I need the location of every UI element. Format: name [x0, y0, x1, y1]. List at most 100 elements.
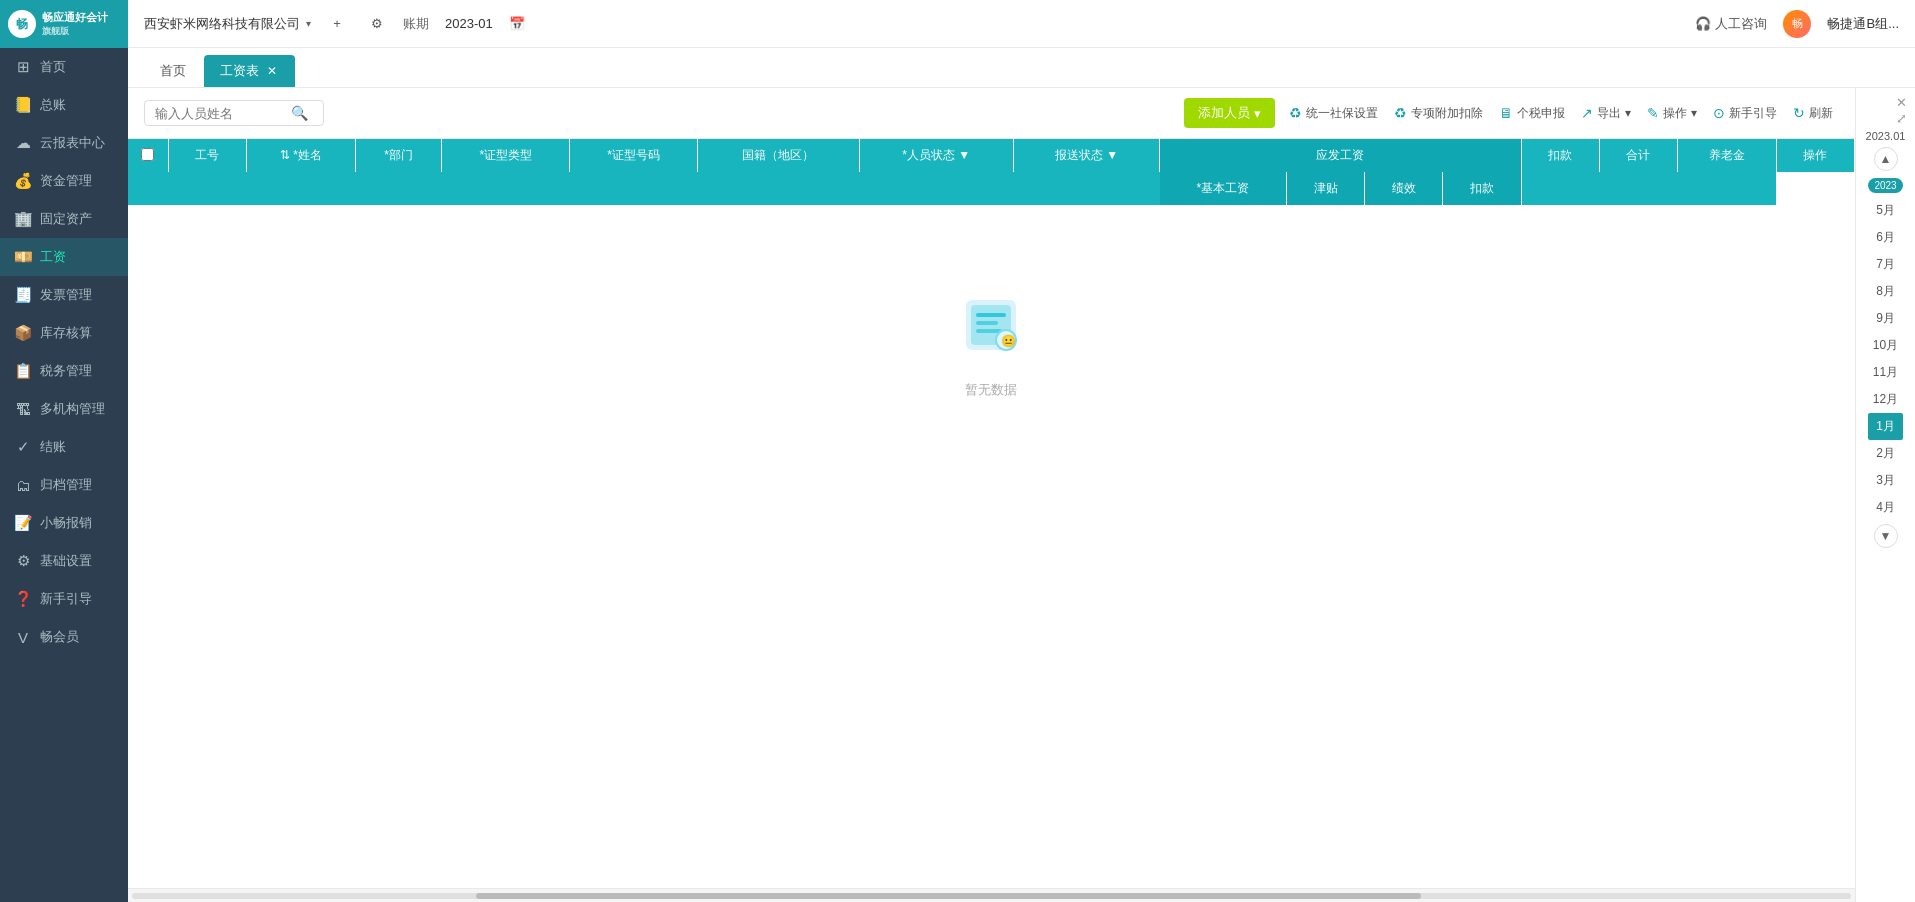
report-filter-icon[interactable]: ▼: [1106, 148, 1118, 162]
action-special-deduct[interactable]: ♻ 专项附加扣除: [1388, 101, 1489, 126]
sidebar-item-closing[interactable]: ✓ 结账: [0, 428, 128, 466]
action-refresh[interactable]: ↻ 刷新: [1787, 101, 1839, 126]
tab-salary-tab[interactable]: 工资表✕: [204, 55, 295, 87]
company-name: 西安虾米网络科技有限公司: [144, 15, 300, 33]
sidebar-item-archive[interactable]: 🗂 归档管理: [0, 466, 128, 504]
sidebar-item-fund[interactable]: 💰 资金管理: [0, 162, 128, 200]
sidebar-item-fixed-assets[interactable]: 🏢 固定资产: [0, 200, 128, 238]
month-item-11月[interactable]: 11月: [1868, 359, 1902, 386]
tab-close-icon[interactable]: ✕: [265, 64, 279, 78]
table-body: 😐 暂无数据: [128, 205, 1855, 479]
month-item-8月[interactable]: 8月: [1868, 278, 1902, 305]
guide-icon: ❓: [14, 590, 32, 608]
empty-state-icon: 😐: [951, 285, 1031, 365]
top-bar-right: 🎧 人工咨询 畅 畅捷通B组...: [1695, 10, 1899, 38]
month-item-10月[interactable]: 10月: [1868, 332, 1902, 359]
sidebar-item-multi-org[interactable]: 🏗 多机构管理: [0, 390, 128, 428]
action-social-settings[interactable]: ♻ 统一社保设置: [1283, 101, 1384, 126]
sidebar-item-label: 总账: [40, 96, 66, 114]
fund-icon: 💰: [14, 172, 32, 190]
panel-next-arrow[interactable]: ▼: [1874, 524, 1898, 548]
tab-home-tab[interactable]: 首页: [144, 55, 202, 87]
sidebar-item-guide[interactable]: ❓ 新手引导: [0, 580, 128, 618]
month-item-1月[interactable]: 1月: [1868, 413, 1902, 440]
month-item-5月[interactable]: 5月: [1868, 197, 1902, 224]
action-label: 操作: [1663, 105, 1687, 122]
sidebar-item-label: 首页: [40, 58, 66, 76]
horizontal-scrollbar[interactable]: [128, 888, 1855, 902]
headset-icon: 🎧: [1695, 16, 1711, 31]
empty-state: 😐 暂无数据: [128, 205, 1855, 479]
th-base-salary: *基本工资: [1160, 172, 1287, 205]
cloud-report-icon: ☁: [14, 134, 32, 152]
panel-period-display: 2023.01: [1866, 130, 1906, 142]
month-item-9月[interactable]: 9月: [1868, 305, 1902, 332]
company-selector[interactable]: 西安虾米网络科技有限公司 ▾: [144, 15, 311, 33]
action-label: 专项附加扣除: [1411, 105, 1483, 122]
month-item-4月[interactable]: 4月: [1868, 494, 1902, 521]
sidebar-item-settings[interactable]: ⚙ 基础设置: [0, 542, 128, 580]
scroll-thumb[interactable]: [476, 893, 1421, 899]
month-item-3月[interactable]: 3月: [1868, 467, 1902, 494]
expense-icon: 📝: [14, 514, 32, 532]
month-item-2月[interactable]: 2月: [1868, 440, 1902, 467]
logo-sub: 旗舰版: [42, 25, 108, 38]
user-avatar: 畅: [1783, 10, 1811, 38]
month-item-7月[interactable]: 7月: [1868, 251, 1902, 278]
logo-text: 畅应通好会计: [42, 10, 108, 24]
th-total: 合计: [1599, 139, 1677, 172]
th-dept: *部门: [356, 139, 442, 172]
th-rest-spacer: [1521, 172, 1776, 205]
panel-expand-button[interactable]: ⤢: [1891, 108, 1911, 128]
th-id-type: *证型类型: [442, 139, 570, 172]
action-label: 统一社保设置: [1306, 105, 1378, 122]
vip-icon: V: [14, 629, 32, 646]
table-container: 工号 ⇅ *姓名 *部门 *证型类型 *证型号码 国籍（地区） *人员状态 ▼ …: [128, 139, 1855, 888]
th-nationality: 国籍（地区）: [698, 139, 859, 172]
sidebar-item-home[interactable]: ⊞ 首页: [0, 48, 128, 86]
th-checkbox[interactable]: [128, 139, 168, 172]
action-label: 导出: [1597, 105, 1621, 122]
svg-rect-3: [976, 321, 998, 325]
refresh-icon: ↻: [1793, 105, 1805, 121]
search-input[interactable]: [155, 106, 285, 121]
add-person-button[interactable]: 添加人员 ▾: [1184, 98, 1275, 128]
action-operations[interactable]: ✎ 操作 ▾: [1641, 101, 1703, 126]
month-item-6月[interactable]: 6月: [1868, 224, 1902, 251]
status-filter-icon[interactable]: ▼: [958, 148, 970, 162]
th-pension: 养老金: [1677, 139, 1776, 172]
sidebar-item-label: 畅会员: [40, 628, 79, 646]
service-button[interactable]: 🎧 人工咨询: [1695, 15, 1767, 33]
sidebar-item-label: 发票管理: [40, 286, 92, 304]
invoice-icon: 🧾: [14, 286, 32, 304]
settings-button[interactable]: ⚙: [363, 10, 391, 38]
calendar-icon[interactable]: 📅: [509, 16, 525, 31]
sidebar-item-label: 云报表中心: [40, 134, 105, 152]
inventory-icon: 📦: [14, 324, 32, 342]
month-item-12月[interactable]: 12月: [1868, 386, 1902, 413]
fixed-assets-icon: 🏢: [14, 210, 32, 228]
th-performance: 绩效: [1365, 172, 1443, 205]
sidebar-item-label: 小畅报销: [40, 514, 92, 532]
search-box[interactable]: 🔍: [144, 100, 324, 126]
empty-state-cell: 😐 暂无数据: [128, 205, 1855, 479]
action-tax-declare[interactable]: 🖥 个税申报: [1493, 101, 1571, 126]
action-export[interactable]: ↗ 导出 ▾: [1575, 101, 1637, 126]
sidebar-item-vip[interactable]: V 畅会员: [0, 618, 128, 656]
sidebar-item-expense[interactable]: 📝 小畅报销: [0, 504, 128, 542]
sidebar-item-cloud-report[interactable]: ☁ 云报表中心: [0, 124, 128, 162]
sidebar-item-invoice[interactable]: 🧾 发票管理: [0, 276, 128, 314]
sidebar-item-tax[interactable]: 📋 税务管理: [0, 352, 128, 390]
action-label: 个税申报: [1517, 105, 1565, 122]
sidebar-item-salary[interactable]: 💴 工资: [0, 238, 128, 276]
company-dropdown-icon: ▾: [306, 18, 311, 29]
sidebar-item-inventory[interactable]: 📦 库存核算: [0, 314, 128, 352]
action-guide[interactable]: ⊙ 新手引导: [1707, 101, 1783, 126]
select-all-checkbox[interactable]: [141, 148, 154, 161]
sidebar-item-ledger[interactable]: 📒 总账: [0, 86, 128, 124]
sidebar-item-label: 归档管理: [40, 476, 92, 494]
toolbar: 🔍 添加人员 ▾ ♻ 统一社保设置 ♻ 专项附加扣除 🖥 个税申报 ↗ 导出 ▾…: [128, 88, 1855, 139]
user-name: 畅捷通B组...: [1827, 15, 1899, 33]
add-company-button[interactable]: +: [323, 10, 351, 38]
panel-prev-arrow[interactable]: ▲: [1874, 147, 1898, 171]
